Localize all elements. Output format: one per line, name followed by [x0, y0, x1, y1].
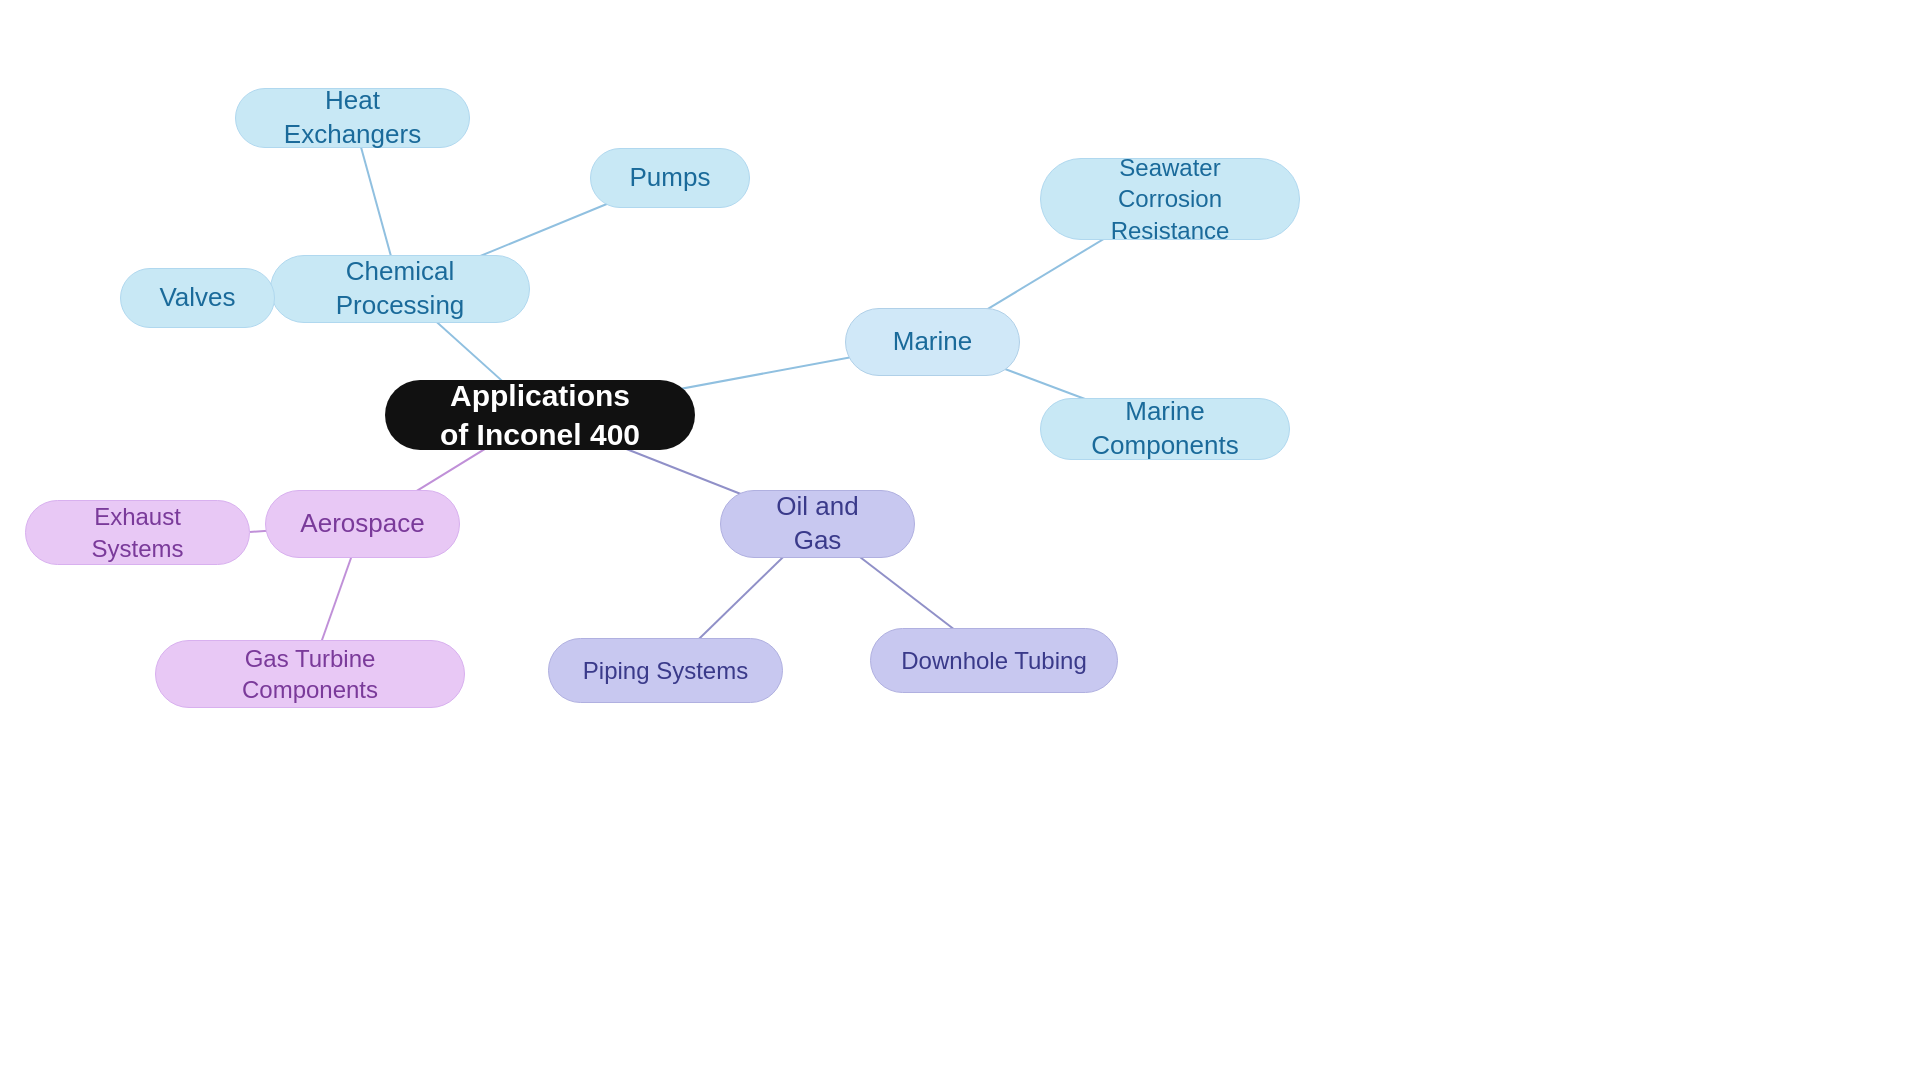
gas-turbine-label: Gas Turbine Components — [184, 643, 436, 705]
center-node: Applications of Inconel 400 — [385, 380, 695, 450]
downhole-tubing-node: Downhole Tubing — [870, 628, 1118, 693]
pumps-node: Pumps — [590, 148, 750, 208]
marine-node: Marine — [845, 308, 1020, 376]
seawater-corrosion-label: Seawater Corrosion Resistance — [1069, 152, 1271, 246]
heat-exchangers-label: Heat Exchangers — [264, 84, 441, 152]
chemical-processing-node: Chemical Processing — [270, 255, 530, 323]
piping-systems-label: Piping Systems — [583, 655, 748, 686]
seawater-corrosion-node: Seawater Corrosion Resistance — [1040, 158, 1300, 240]
pumps-label: Pumps — [630, 161, 711, 195]
valves-label: Valves — [159, 281, 235, 315]
oil-gas-label: Oil and Gas — [749, 490, 886, 558]
heat-exchangers-node: Heat Exchangers — [235, 88, 470, 148]
exhaust-systems-label: Exhaust Systems — [54, 501, 221, 563]
oil-gas-node: Oil and Gas — [720, 490, 915, 558]
center-label: Applications of Inconel 400 — [433, 376, 647, 454]
marine-label: Marine — [893, 325, 972, 359]
downhole-tubing-label: Downhole Tubing — [901, 645, 1086, 676]
gas-turbine-node: Gas Turbine Components — [155, 640, 465, 708]
valves-node: Valves — [120, 268, 275, 328]
marine-components-node: Marine Components — [1040, 398, 1290, 460]
aerospace-label: Aerospace — [300, 507, 424, 541]
exhaust-systems-node: Exhaust Systems — [25, 500, 250, 565]
marine-components-label: Marine Components — [1069, 395, 1261, 463]
piping-systems-node: Piping Systems — [548, 638, 783, 703]
aerospace-node: Aerospace — [265, 490, 460, 558]
chemical-processing-label: Chemical Processing — [299, 255, 501, 323]
